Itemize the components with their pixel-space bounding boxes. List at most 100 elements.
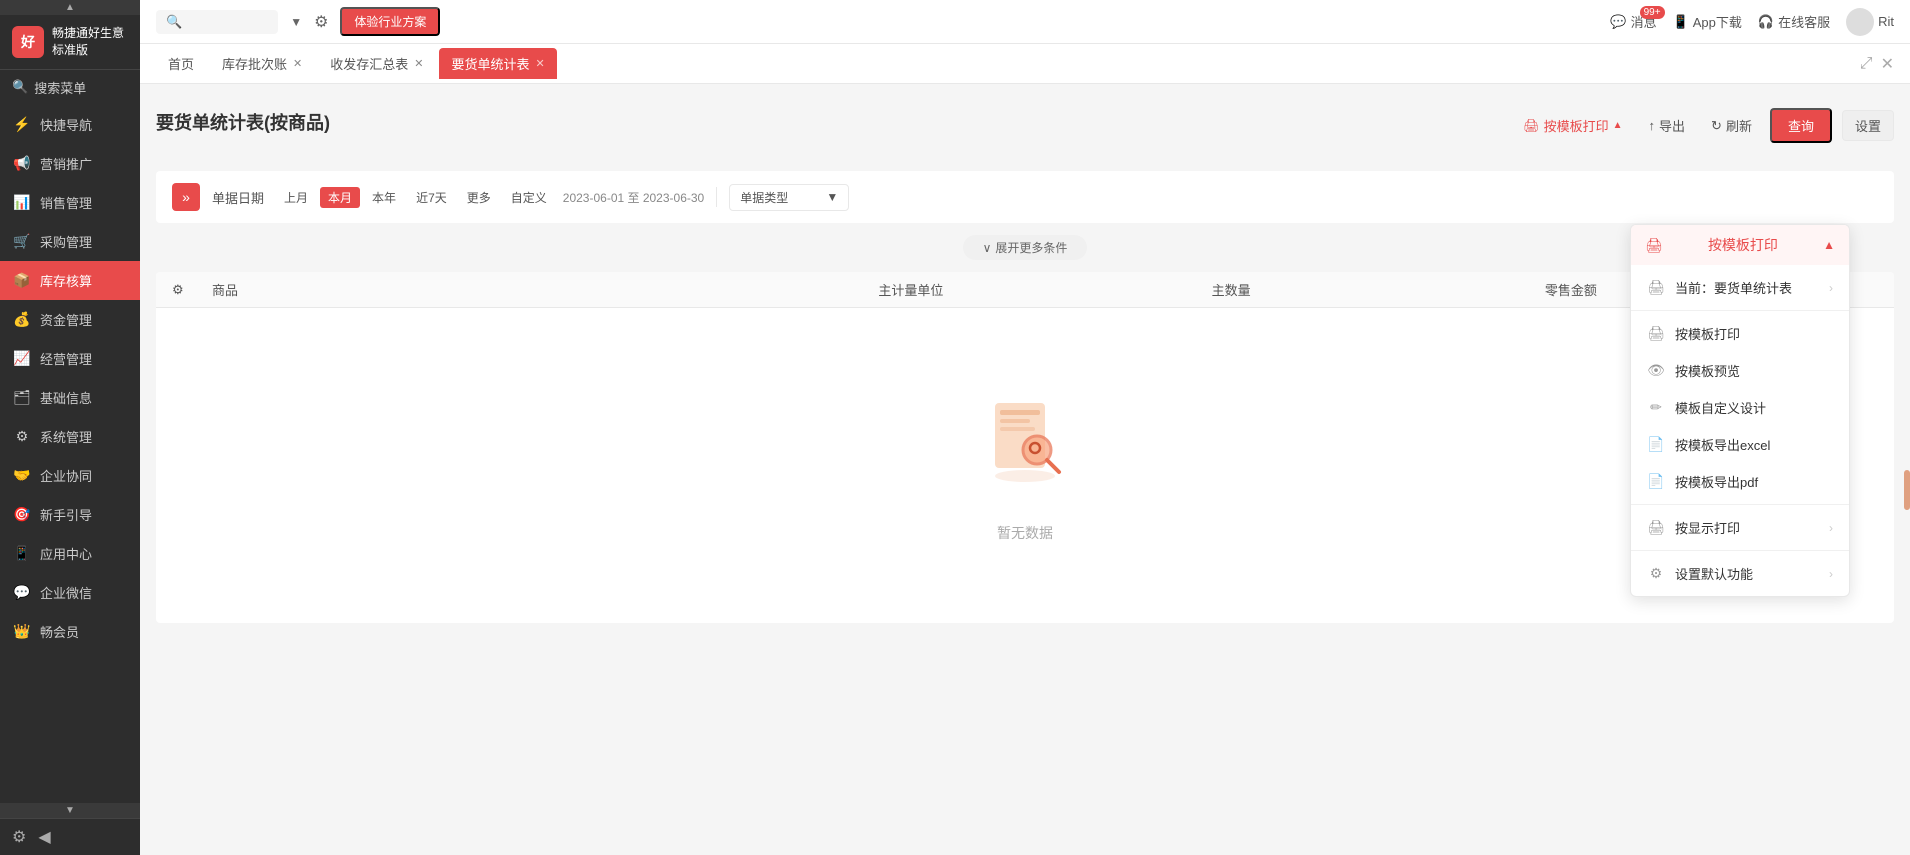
refresh-icon: ↻ (1711, 118, 1722, 134)
inventory-icon: 📦 (12, 272, 32, 289)
sidebar-settings-btn[interactable]: ⚙ (12, 827, 26, 847)
right-scrollbar[interactable] (1904, 470, 1910, 510)
date-tab-custom[interactable]: 自定义 (503, 187, 555, 208)
template-print-icon: 🖨 (1647, 325, 1665, 342)
tab-maximize-icon[interactable]: ⤢ (1860, 55, 1873, 73)
dropdown-section-set-default: ⚙ 设置默认功能 › (1631, 551, 1849, 596)
tab-close-order-stats[interactable]: ✕ (536, 57, 545, 70)
topbar-search-input[interactable] (188, 15, 268, 29)
date-tab-last-month[interactable]: 上月 (276, 187, 316, 208)
sidebar-collapse-btn[interactable]: ◀ (38, 827, 50, 847)
tab-close-inventory-batch[interactable]: ✕ (293, 57, 302, 70)
dropdown-item-template-excel[interactable]: 📄 按模板导出excel (1631, 426, 1849, 463)
sidebar-item-basic[interactable]: 🗂 基础信息 (0, 378, 140, 417)
tab-close-window-icon[interactable]: ✕ (1881, 54, 1894, 74)
tab-receipt-summary[interactable]: 收发存汇总表 ✕ (318, 48, 435, 79)
sidebar-item-quick-nav[interactable]: ⚡ 快捷导航 (0, 105, 140, 144)
settings-col-icon[interactable]: ⚙ (172, 282, 184, 297)
export-btn[interactable]: ↑ 导出 (1641, 112, 1694, 139)
dropdown-item-template-pdf[interactable]: 📄 按模板导出pdf (1631, 463, 1849, 500)
dropdown-item-display-print[interactable]: 🖨 按显示打印 › (1631, 509, 1849, 546)
topbar-gear-icon[interactable]: ⚙ (314, 12, 328, 32)
topbar-search-box[interactable]: 🔍 (156, 10, 278, 34)
select-dropdown-icon: ▼ (826, 190, 838, 204)
apps-icon: 📱 (12, 545, 32, 562)
dropdown-item-set-default[interactable]: ⚙ 设置默认功能 › (1631, 555, 1849, 592)
sidebar-scroll-down[interactable]: ▼ (0, 803, 140, 818)
tab-home[interactable]: 首页 (156, 48, 206, 79)
sidebar-item-operations[interactable]: 📈 经营管理 (0, 339, 140, 378)
sidebar-item-marketing[interactable]: 📢 营销推广 (0, 144, 140, 183)
topbar: 🔍 ▼ ⚙ 体验行业方案 💬 消息 99+ 📱 App下载 🎧 在线客服 Rit (140, 0, 1910, 44)
member-icon: 👑 (12, 623, 32, 640)
set-default-icon: ⚙ (1647, 565, 1665, 582)
sidebar-item-collab[interactable]: 🤝 企业协同 (0, 456, 140, 495)
template-pdf-icon: 📄 (1647, 473, 1665, 490)
sidebar-search-menu[interactable]: 🔍 搜索菜单 (0, 70, 140, 105)
sidebar-item-wechat[interactable]: 💬 企业微信 (0, 573, 140, 612)
empty-text: 暂无数据 (997, 523, 1053, 543)
topbar-message[interactable]: 💬 消息 99+ (1610, 12, 1656, 31)
sidebar-item-member[interactable]: 👑 畅会员 (0, 612, 140, 651)
tab-order-stats[interactable]: 要货单统计表 ✕ (439, 48, 556, 79)
dropdown-item-template-print[interactable]: 🖨 按模板打印 (1631, 315, 1849, 352)
expand-conditions-btn[interactable]: ∨ 展开更多条件 (963, 235, 1088, 260)
trial-btn[interactable]: 体验行业方案 (340, 7, 440, 36)
export-icon: ↑ (1649, 118, 1656, 133)
col-header-qty: 主数量 (1212, 280, 1545, 299)
dropdown-section-display-print: 🖨 按显示打印 › (1631, 505, 1849, 551)
tab-inventory-batch[interactable]: 库存批次账 ✕ (210, 48, 314, 79)
sidebar-item-inventory[interactable]: 📦 库存核算 (0, 261, 140, 300)
sidebar-bottom: ⚙ ◀ (0, 818, 140, 855)
query-btn[interactable]: 查询 (1770, 108, 1832, 143)
tabs-bar: 首页 库存批次账 ✕ 收发存汇总表 ✕ 要货单统计表 ✕ ⤢ ✕ (140, 44, 1910, 84)
date-range-display: 2023-06-01 至 2023-06-30 (563, 189, 704, 206)
filter-divider (716, 187, 717, 207)
print-btn[interactable]: 🖨 按模板打印 ▲ (1515, 112, 1630, 139)
topbar-user-avatar[interactable]: Rit (1846, 8, 1894, 36)
refresh-btn[interactable]: ↻ 刷新 (1703, 112, 1760, 139)
app-logo-text: 畅捷通好生意 标准版 (52, 25, 124, 59)
sidebar-item-guide[interactable]: 🎯 新手引导 (0, 495, 140, 534)
quick-nav-icon: ⚡ (12, 116, 32, 133)
dropdown-item-template-design[interactable]: ✏ 模板自定义设计 (1631, 389, 1849, 426)
service-icon: 🎧 (1758, 14, 1774, 30)
print-icon: 🖨 (1523, 118, 1540, 134)
main-content: 🔍 ▼ ⚙ 体验行业方案 💬 消息 99+ 📱 App下载 🎧 在线客服 Rit (140, 0, 1910, 855)
tab-close-receipt-summary[interactable]: ✕ (414, 57, 423, 70)
system-icon: ⚙ (12, 428, 32, 445)
page-content: 要货单统计表(按商品) 🖨 按模板打印 ▲ ↑ 导出 ↻ 刷新 查询 设置 (140, 84, 1910, 855)
avatar (1846, 8, 1874, 36)
sidebar: ▲ 好 畅捷通好生意 标准版 🔍 搜索菜单 ⚡ 快捷导航 📢 营销推广 📊 销售… (0, 0, 140, 855)
sidebar-item-purchase[interactable]: 🛒 采购管理 (0, 222, 140, 261)
dropdown-item-template-preview[interactable]: 👁 按模板预览 (1631, 352, 1849, 389)
sidebar-item-finance[interactable]: 💰 资金管理 (0, 300, 140, 339)
operations-icon: 📈 (12, 350, 32, 367)
set-default-arrow: › (1829, 567, 1833, 581)
date-tab-this-month[interactable]: 本月 (320, 187, 360, 208)
dropdown-chevron-icon[interactable]: ▲ (1823, 238, 1835, 252)
settings-btn[interactable]: 设置 (1842, 110, 1894, 141)
dropdown-header: 🖨 按模板打印 ▲ (1631, 225, 1849, 265)
date-tab-this-year[interactable]: 本年 (364, 187, 404, 208)
guide-icon: 🎯 (12, 506, 32, 523)
sidebar-item-apps[interactable]: 📱 应用中心 (0, 534, 140, 573)
app-logo-icon: 好 (12, 26, 44, 58)
date-tab-7days[interactable]: 近7天 (408, 187, 455, 208)
sidebar-scroll-up[interactable]: ▲ (0, 0, 140, 15)
expand-chevron-icon: ∨ (983, 241, 992, 255)
print-dropdown-arrow[interactable]: ▲ (1613, 120, 1623, 131)
topbar-dropdown-arrow[interactable]: ▼ (290, 15, 302, 29)
topbar-right: 💬 消息 99+ 📱 App下载 🎧 在线客服 Rit (1610, 8, 1894, 36)
sidebar-item-system[interactable]: ⚙ 系统管理 (0, 417, 140, 456)
date-tab-more[interactable]: 更多 (459, 187, 499, 208)
search-icon: 🔍 (12, 79, 28, 95)
filter-expand-icon[interactable]: » (172, 183, 200, 211)
download-icon: 📱 (1673, 14, 1689, 30)
dropdown-section-items: 🖨 按模板打印 👁 按模板预览 ✏ 模板自定义设计 📄 按模板导出excel 📄 (1631, 311, 1849, 505)
dropdown-item-current[interactable]: 🖨 当前：要货单统计表 › (1631, 269, 1849, 306)
topbar-app-download[interactable]: 📱 App下载 (1673, 12, 1742, 31)
sidebar-item-sales[interactable]: 📊 销售管理 (0, 183, 140, 222)
order-type-select[interactable]: 单据类型 ▼ (729, 184, 849, 211)
topbar-online-service[interactable]: 🎧 在线客服 (1758, 12, 1830, 31)
